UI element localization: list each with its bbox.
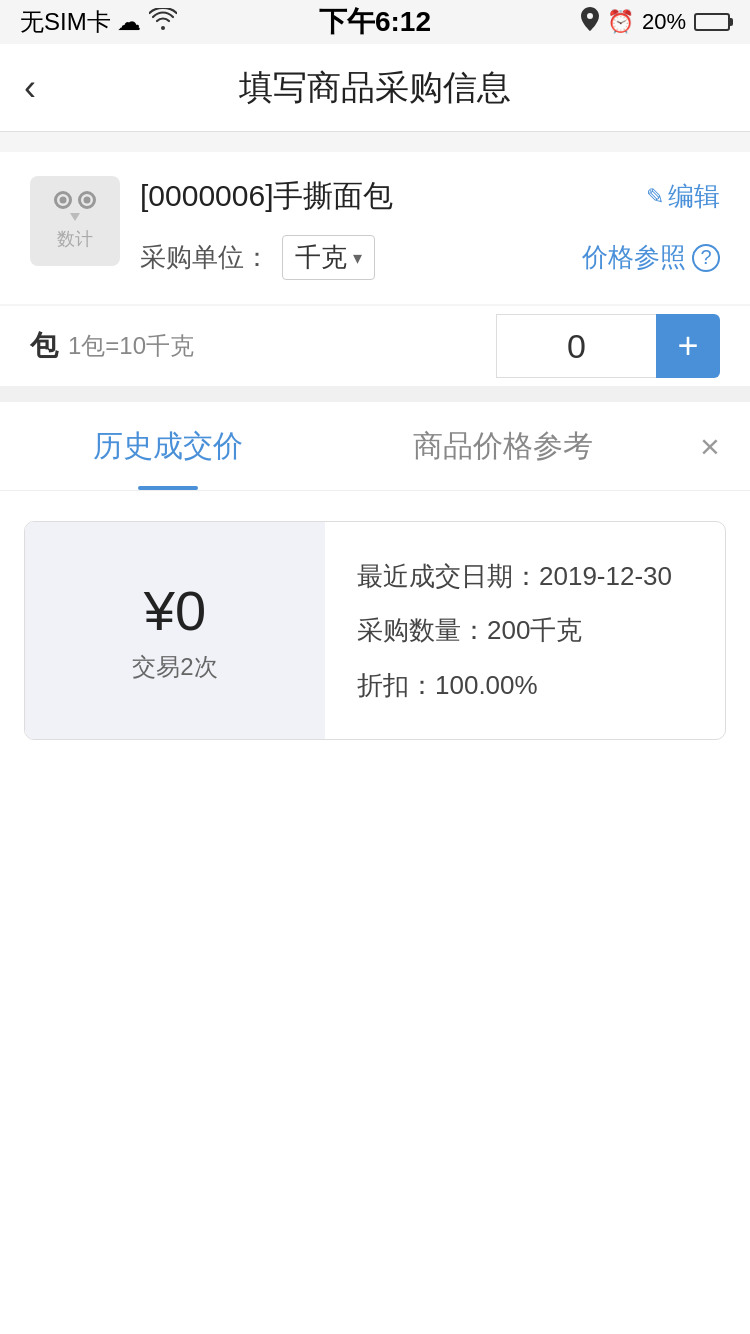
- history-price-right: 最近成交日期：2019-12-30 采购数量：200千克 折扣：100.00%: [325, 522, 725, 739]
- tab-price-ref-label: 商品价格参考: [413, 426, 593, 467]
- recent-date-row: 最近成交日期：2019-12-30: [357, 558, 693, 594]
- status-bar: 无SIM卡 ☁ 下午6:12 ⏰ 20%: [0, 0, 750, 44]
- tabs-section: 历史成交价 商品价格参考 × ¥0 交易2次 最近成交日期：2019-12-30…: [0, 402, 750, 770]
- history-price-left: ¥0 交易2次: [25, 522, 325, 739]
- quantity-controls: 0 +: [496, 314, 720, 378]
- section-divider: [0, 386, 750, 402]
- history-price-card: ¥0 交易2次 最近成交日期：2019-12-30 采购数量：200千克 折扣：…: [24, 521, 726, 740]
- main-content-area: [0, 770, 750, 1334]
- info-icon: ?: [692, 244, 720, 272]
- unit-label: 采购单位：: [140, 242, 270, 272]
- location-icon: [581, 7, 599, 37]
- tab-history-label: 历史成交价: [93, 426, 243, 467]
- recent-date-value: 2019-12-30: [539, 561, 672, 591]
- tabs-close-button[interactable]: ×: [670, 402, 750, 490]
- recent-date-label: 最近成交日期：: [357, 561, 539, 591]
- quantity-input[interactable]: 0: [496, 314, 656, 378]
- product-name-row: [0000006]手撕面包 ✎ 编辑: [140, 176, 720, 217]
- discount-row: 折扣：100.00%: [357, 667, 693, 703]
- edit-label: 编辑: [668, 179, 720, 214]
- product-card: 数计 [0000006]手撕面包 ✎ 编辑 采购单位： 千克 ▾ 价格参照 ?: [0, 152, 750, 304]
- status-left: 无SIM卡 ☁: [20, 6, 177, 38]
- dropdown-arrow-icon: ▾: [353, 247, 362, 269]
- alarm-icon: ⏰: [607, 9, 634, 35]
- status-time: 下午6:12: [319, 3, 431, 41]
- product-thumbnail: 数计: [30, 176, 120, 266]
- tabs-header: 历史成交价 商品价格参考 ×: [0, 402, 750, 491]
- wifi-icon: [149, 8, 177, 36]
- battery-icon: [694, 13, 730, 31]
- price-ref-button[interactable]: 价格参照 ?: [582, 240, 720, 275]
- product-logo: 数计: [54, 191, 96, 251]
- quantity-row: 包 1包=10千克 0 +: [0, 306, 750, 386]
- carrier-text: 无SIM卡 ☁: [20, 6, 141, 38]
- quantity-plus-button[interactable]: +: [656, 314, 720, 378]
- battery-percent: 20%: [642, 9, 686, 35]
- history-trades-count: 交易2次: [132, 651, 217, 683]
- quantity-unit-info: 包 1包=10千克: [30, 327, 194, 365]
- close-icon: ×: [700, 427, 720, 466]
- unit-selector[interactable]: 千克 ▾: [282, 235, 375, 280]
- unit-value: 千克: [295, 240, 347, 275]
- tab-history-price[interactable]: 历史成交价: [0, 402, 335, 490]
- product-details: [0000006]手撕面包 ✎ 编辑 采购单位： 千克 ▾ 价格参照 ?: [140, 176, 720, 280]
- unit-section: 采购单位： 千克 ▾: [140, 235, 375, 280]
- quantity-row-detail: 采购数量：200千克: [357, 612, 693, 648]
- quantity-detail-value: 200千克: [487, 615, 582, 645]
- nav-bar: ‹ 填写商品采购信息: [0, 44, 750, 132]
- unit-badge: 包: [30, 327, 58, 365]
- page-title: 填写商品采购信息: [239, 65, 511, 111]
- quantity-detail-label: 采购数量：: [357, 615, 487, 645]
- plus-icon: +: [677, 325, 698, 367]
- price-ref-label: 价格参照: [582, 240, 686, 275]
- product-unit-row: 采购单位： 千克 ▾ 价格参照 ?: [140, 235, 720, 280]
- history-price-content: ¥0 交易2次 最近成交日期：2019-12-30 采购数量：200千克 折扣：…: [0, 491, 750, 770]
- discount-label: 折扣：: [357, 670, 435, 700]
- back-button[interactable]: ‹: [24, 67, 36, 109]
- history-price-value: ¥0: [144, 578, 206, 643]
- discount-value: 100.00%: [435, 670, 538, 700]
- quantity-value: 0: [567, 327, 586, 366]
- edit-button[interactable]: ✎ 编辑: [646, 179, 720, 214]
- status-right: ⏰ 20%: [581, 7, 730, 37]
- tab-price-ref[interactable]: 商品价格参考: [335, 402, 670, 490]
- unit-conversion: 1包=10千克: [68, 330, 194, 362]
- edit-icon: ✎: [646, 184, 664, 210]
- product-full-name: [0000006]手撕面包: [140, 176, 393, 217]
